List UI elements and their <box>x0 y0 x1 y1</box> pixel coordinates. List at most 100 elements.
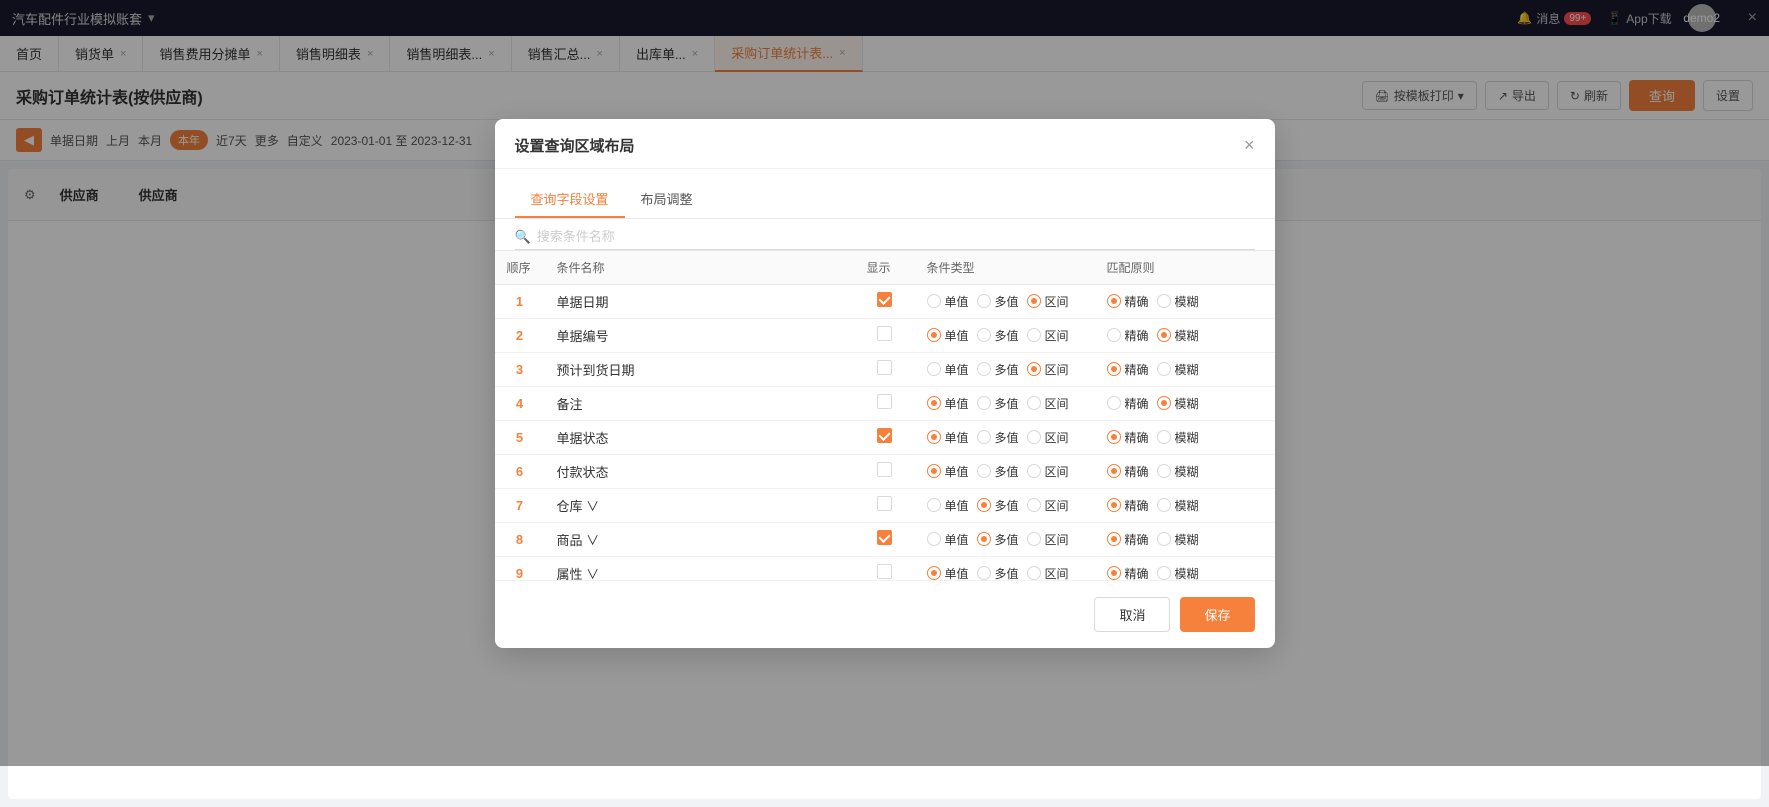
radio-option[interactable]: 单值 <box>927 429 969 446</box>
radio-option[interactable]: 多值 <box>977 531 1019 548</box>
dialog-header: 设置查询区域布局 × <box>495 119 1275 169</box>
radio-dot <box>927 498 941 512</box>
radio-option[interactable]: 区间 <box>1027 429 1069 446</box>
radio-label: 多值 <box>995 497 1019 514</box>
radio-dot <box>1027 328 1041 342</box>
radio-option[interactable]: 多值 <box>977 463 1019 480</box>
th-match-label: 匹配原则 <box>1107 261 1155 275</box>
th-order: 顺序 <box>495 250 545 284</box>
display-checkbox[interactable] <box>877 292 892 307</box>
radio-option[interactable]: 多值 <box>977 361 1019 378</box>
radio-option[interactable]: 精确 <box>1107 327 1149 344</box>
cell-type: 单值多值区间 <box>915 352 1095 386</box>
radio-option[interactable]: 区间 <box>1027 565 1069 580</box>
cell-type: 单值多值 区间 <box>915 318 1095 352</box>
radio-option[interactable]: 单值 <box>927 327 969 344</box>
radio-option[interactable]: 模糊 <box>1157 327 1199 344</box>
radio-option[interactable]: 多值 <box>977 429 1019 446</box>
radio-option[interactable]: 区间 <box>1027 531 1069 548</box>
radio-dot <box>927 566 941 580</box>
dialog-close-button[interactable]: × <box>1244 136 1255 154</box>
radio-option[interactable]: 单值 <box>927 463 969 480</box>
radio-label: 模糊 <box>1175 327 1199 344</box>
radio-label: 区间 <box>1045 531 1069 548</box>
radio-option[interactable]: 多值 <box>977 565 1019 580</box>
save-button[interactable]: 保存 <box>1180 597 1254 632</box>
radio-option[interactable]: 区间 <box>1027 361 1069 378</box>
display-checkbox[interactable] <box>877 530 892 545</box>
cell-match: 精确模糊 <box>1095 454 1275 488</box>
radio-dot <box>1027 532 1041 546</box>
display-checkbox[interactable] <box>877 326 892 341</box>
radio-option[interactable]: 区间 <box>1027 497 1069 514</box>
radio-option[interactable]: 精确 <box>1107 395 1149 412</box>
radio-option[interactable]: 多值 <box>977 293 1019 310</box>
radio-label: 模糊 <box>1175 361 1199 378</box>
cell-display[interactable] <box>855 556 915 580</box>
radio-option[interactable]: 区间 <box>1027 395 1069 412</box>
cell-display[interactable] <box>855 284 915 318</box>
radio-option[interactable]: 单值 <box>927 395 969 412</box>
display-checkbox[interactable] <box>877 564 892 579</box>
radio-option[interactable]: 模糊 <box>1157 497 1199 514</box>
cell-display[interactable] <box>855 318 915 352</box>
radio-option[interactable]: 精确 <box>1107 497 1149 514</box>
radio-dot <box>977 430 991 444</box>
table-row: 8商品 ∨单值多值区间精确模糊 <box>495 522 1275 556</box>
display-checkbox[interactable] <box>877 462 892 477</box>
radio-option[interactable]: 精确 <box>1107 361 1149 378</box>
dialog-tab-layout[interactable]: 布局调整 <box>625 181 709 218</box>
radio-option[interactable]: 多值 <box>977 327 1019 344</box>
type-radio-group: 单值多值 区间 <box>927 531 1083 548</box>
match-radio-group: 精确 模糊 <box>1107 429 1263 446</box>
cell-display[interactable] <box>855 454 915 488</box>
cell-display[interactable] <box>855 420 915 454</box>
radio-option[interactable]: 精确 <box>1107 293 1149 310</box>
display-checkbox[interactable] <box>877 360 892 375</box>
radio-option[interactable]: 模糊 <box>1157 293 1199 310</box>
cell-display[interactable] <box>855 522 915 556</box>
radio-option[interactable]: 单值 <box>927 293 969 310</box>
radio-option[interactable]: 区间 <box>1027 293 1069 310</box>
radio-option[interactable]: 单值 <box>927 361 969 378</box>
settings-dialog: 设置查询区域布局 × 查询字段设置 布局调整 🔍 <box>495 119 1275 648</box>
radio-label: 单值 <box>945 327 969 344</box>
cell-display[interactable] <box>855 352 915 386</box>
radio-option[interactable]: 模糊 <box>1157 463 1199 480</box>
radio-option[interactable]: 多值 <box>977 497 1019 514</box>
radio-option[interactable]: 单值 <box>927 497 969 514</box>
display-checkbox[interactable] <box>877 394 892 409</box>
radio-option[interactable]: 模糊 <box>1157 361 1199 378</box>
display-checkbox[interactable] <box>877 496 892 511</box>
radio-option[interactable]: 模糊 <box>1157 395 1199 412</box>
radio-option[interactable]: 精确 <box>1107 429 1149 446</box>
type-radio-group: 单值 多值区间 <box>927 497 1083 514</box>
radio-dot <box>977 294 991 308</box>
search-input[interactable] <box>537 229 1255 244</box>
cell-display[interactable] <box>855 386 915 420</box>
radio-option[interactable]: 区间 <box>1027 327 1069 344</box>
radio-option[interactable]: 模糊 <box>1157 429 1199 446</box>
radio-dot <box>977 362 991 376</box>
radio-option[interactable]: 模糊 <box>1157 531 1199 548</box>
radio-label: 模糊 <box>1175 429 1199 446</box>
radio-label: 区间 <box>1045 327 1069 344</box>
radio-dot <box>1157 328 1171 342</box>
dialog-search-area: 🔍 <box>495 219 1275 250</box>
radio-option[interactable]: 精确 <box>1107 531 1149 548</box>
cell-display[interactable] <box>855 488 915 522</box>
radio-label: 模糊 <box>1175 497 1199 514</box>
match-radio-group: 精确模糊 <box>1107 395 1263 412</box>
modal-overlay: 设置查询区域布局 × 查询字段设置 布局调整 🔍 <box>0 0 1769 766</box>
radio-option[interactable]: 模糊 <box>1157 565 1199 580</box>
radio-option[interactable]: 精确 <box>1107 565 1149 580</box>
radio-option[interactable]: 单值 <box>927 531 969 548</box>
radio-option[interactable]: 区间 <box>1027 463 1069 480</box>
radio-option[interactable]: 多值 <box>977 395 1019 412</box>
dialog-tab-fields[interactable]: 查询字段设置 <box>515 181 625 218</box>
cancel-button[interactable]: 取消 <box>1094 597 1170 632</box>
radio-option[interactable]: 精确 <box>1107 463 1149 480</box>
display-checkbox[interactable] <box>877 428 892 443</box>
radio-option[interactable]: 单值 <box>927 565 969 580</box>
cell-name: 仓库 ∨ <box>545 488 855 522</box>
